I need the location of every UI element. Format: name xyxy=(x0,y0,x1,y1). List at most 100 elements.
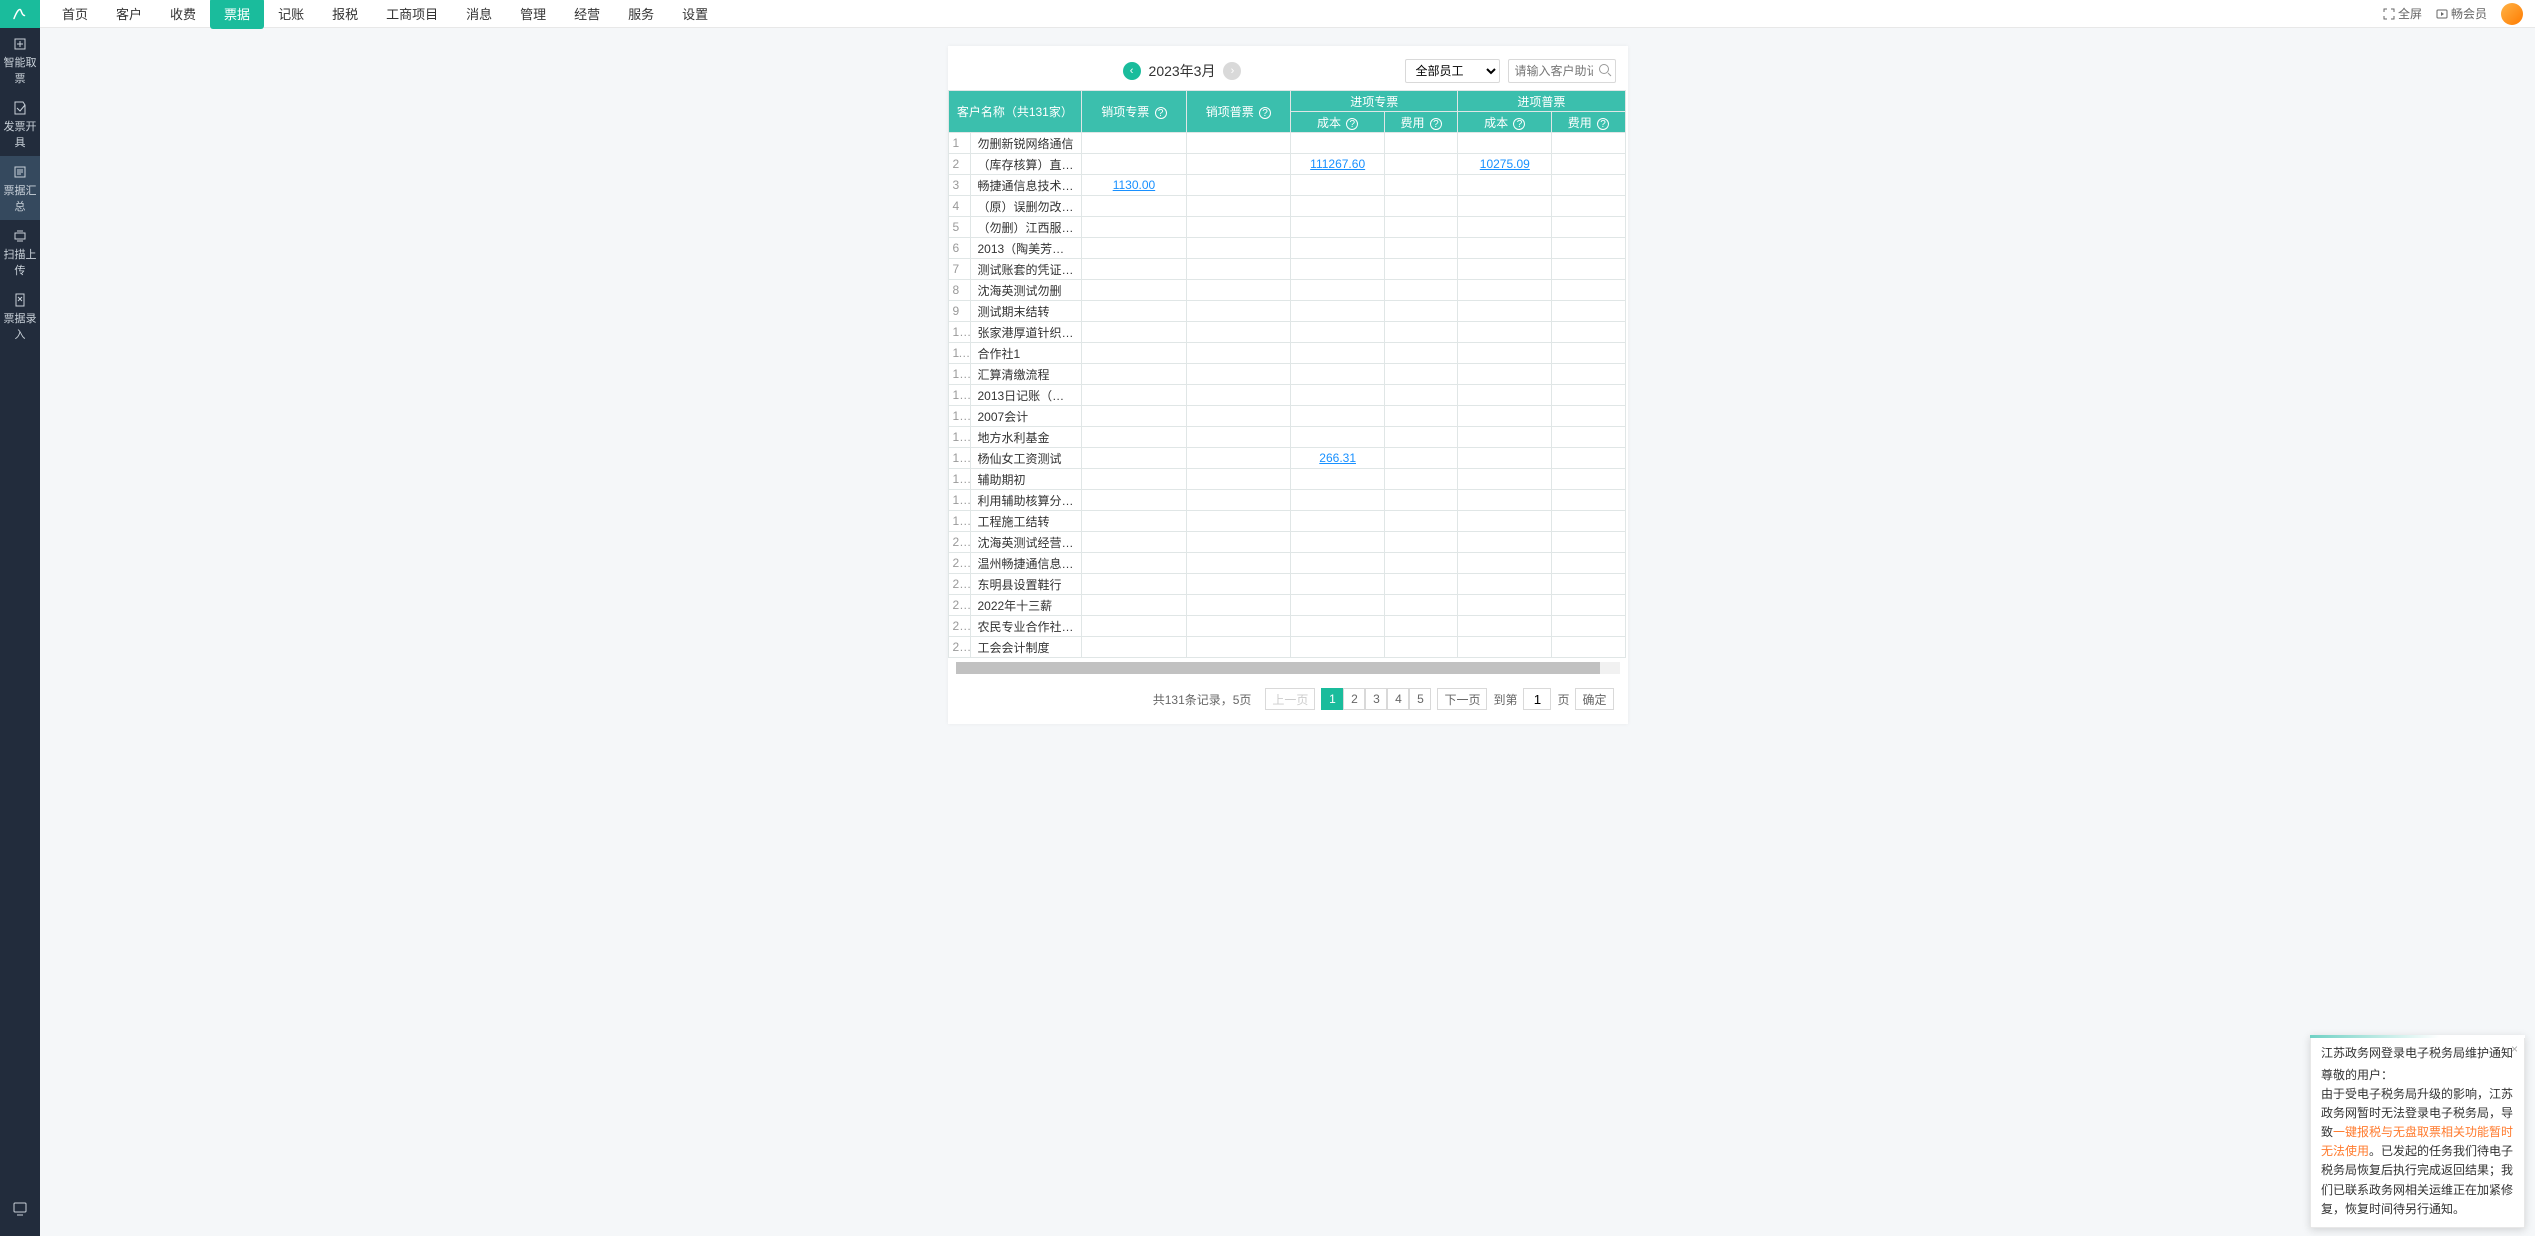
table-row[interactable]: 15地方水利基金 xyxy=(948,427,1625,448)
page-5[interactable]: 5 xyxy=(1409,688,1431,710)
table-row[interactable]: 18利用辅助核算分析每种商… xyxy=(948,490,1625,511)
close-icon[interactable]: × xyxy=(2511,1040,2518,1059)
help-icon[interactable]: ? xyxy=(1513,118,1525,130)
pager-summary: 共131条记录，5页 xyxy=(1153,691,1252,708)
help-icon[interactable]: ? xyxy=(1597,118,1609,130)
table-row[interactable]: 2（库存核算）直播畅捷通信…111267.6010275.09 xyxy=(948,154,1625,175)
page-3[interactable]: 3 xyxy=(1365,688,1387,710)
table-row[interactable]: 11合作社1 xyxy=(948,343,1625,364)
help-icon[interactable]: ? xyxy=(1346,118,1358,130)
nav-item-11[interactable]: 设置 xyxy=(668,0,722,29)
table-row[interactable]: 232022年十三薪 xyxy=(948,595,1625,616)
table-row[interactable]: 20沈海英测试经营勿删 xyxy=(948,532,1625,553)
top-nav: 首页客户收费票据记账报税工商项目消息管理经营服务设置 xyxy=(40,0,2383,29)
help-icon[interactable]: ? xyxy=(1155,107,1167,119)
table-row[interactable]: 5（勿删）江西服宝-LSS xyxy=(948,217,1625,238)
goto-input[interactable] xyxy=(1523,688,1551,710)
table-row[interactable]: 4（原）误删勿改李艳芬测试账… xyxy=(948,196,1625,217)
nav-item-9[interactable]: 经营 xyxy=(560,0,614,29)
sidebar-item-1[interactable]: 发票开具 xyxy=(0,92,40,156)
goto-suffix: 页 xyxy=(1557,691,1569,708)
table-row[interactable]: 1勿删新锐网络通信 xyxy=(948,133,1625,154)
help-icon[interactable]: ? xyxy=(1430,118,1442,130)
nav-item-1[interactable]: 客户 xyxy=(102,0,156,29)
table-row[interactable]: 25工会会计制度 xyxy=(948,637,1625,658)
nav-item-2[interactable]: 收费 xyxy=(156,0,210,29)
th-fee[interactable]: 费用 ? xyxy=(1552,112,1625,133)
table-row[interactable]: 19工程施工结转 xyxy=(948,511,1625,532)
table-row[interactable]: 10张家港厚道针织品有限公… xyxy=(948,322,1625,343)
horizontal-scrollbar[interactable] xyxy=(956,662,1620,674)
side-icon-4 xyxy=(12,292,28,308)
table-row[interactable]: 62013（陶美芳勿删） xyxy=(948,238,1625,259)
table-row[interactable]: 21温州畅捷通信息服务有限… xyxy=(948,553,1625,574)
th-in-general: 进项普票 xyxy=(1458,91,1625,112)
next-month-button[interactable]: › xyxy=(1223,62,1241,80)
th-fee[interactable]: 费用 ? xyxy=(1385,112,1458,133)
month-switcher: ‹ 2023年3月 › xyxy=(960,61,1405,81)
th-customer[interactable]: 客户名称（共131家） xyxy=(948,91,1082,133)
table-row[interactable]: 7测试账套的凭证打印的时候… xyxy=(948,259,1625,280)
table-row[interactable]: 17辅助期初 xyxy=(948,469,1625,490)
summary-table: 客户名称（共131家） 销项专票 ? 销项普票 ? 进项专票 进项普票 成本 ?… xyxy=(948,90,1626,658)
page-1[interactable]: 1 xyxy=(1321,688,1343,710)
table-row[interactable]: 16杨仙女工资测试266.31 xyxy=(948,448,1625,469)
next-page-button[interactable]: 下一页 xyxy=(1437,688,1487,710)
nav-item-6[interactable]: 工商项目 xyxy=(372,0,452,29)
page-2[interactable]: 2 xyxy=(1343,688,1365,710)
fullscreen-button[interactable]: 全屏 xyxy=(2383,5,2422,22)
goto-confirm-button[interactable]: 确定 xyxy=(1575,688,1613,710)
sidebar: 智能取票发票开具票据汇总扫描上传票据录入 xyxy=(0,28,40,1236)
table-row[interactable]: 9测试期末结转 xyxy=(948,301,1625,322)
pagination: 共131条记录，5页 上一页 12345 下一页 到第 页 确定 xyxy=(1153,688,1614,710)
toast-title: 江苏政务网登录电子税务局维护通知 xyxy=(2321,1044,2514,1063)
avatar[interactable] xyxy=(2501,3,2523,25)
table-row[interactable]: 8沈海英测试勿删 xyxy=(948,280,1625,301)
th-in-special: 进项专票 xyxy=(1291,91,1458,112)
staff-select[interactable]: 全部员工 xyxy=(1405,59,1500,83)
help-icon[interactable]: ? xyxy=(1259,107,1271,119)
th-cost[interactable]: 成本 ? xyxy=(1458,112,1552,133)
side-bottom-button[interactable] xyxy=(0,1194,40,1224)
table-row[interactable]: 3畅捷通信息技术股份有限公…1130.00 xyxy=(948,175,1625,196)
side-icon-0 xyxy=(12,36,28,52)
nav-item-4[interactable]: 记账 xyxy=(264,0,318,29)
toast-body: 由于受电子税务局升级的影响，江苏政务网暂时无法登录电子税务局，导致一键报税与无盘… xyxy=(2321,1085,2514,1219)
goto-label: 到第 xyxy=(1493,691,1517,708)
side-icon-2 xyxy=(12,164,28,180)
side-icon-1 xyxy=(12,100,28,116)
fullscreen-icon xyxy=(2383,8,2395,20)
nav-item-5[interactable]: 报税 xyxy=(318,0,372,29)
table-row[interactable]: 22东明县设置鞋行 xyxy=(948,574,1625,595)
prev-month-button[interactable]: ‹ xyxy=(1123,62,1141,80)
prev-page-button[interactable]: 上一页 xyxy=(1265,688,1315,710)
nav-item-7[interactable]: 消息 xyxy=(452,0,506,29)
nav-item-3[interactable]: 票据 xyxy=(210,0,264,29)
monitor-icon xyxy=(12,1202,28,1216)
fullscreen-label: 全屏 xyxy=(2398,5,2422,22)
nav-item-0[interactable]: 首页 xyxy=(48,0,102,29)
page-4[interactable]: 4 xyxy=(1387,688,1409,710)
month-label: 2023年3月 xyxy=(1149,61,1216,81)
table-row[interactable]: 12汇算清缴流程 xyxy=(948,364,1625,385)
notification-toast: × 江苏政务网登录电子税务局维护通知 尊敬的用户： 由于受电子税务局升级的影响，… xyxy=(2310,1035,2525,1228)
app-logo[interactable] xyxy=(0,0,40,28)
search-icon[interactable] xyxy=(1598,63,1612,80)
sidebar-item-0[interactable]: 智能取票 xyxy=(0,28,40,92)
member-button[interactable]: 畅会员 xyxy=(2436,5,2487,22)
sidebar-item-3[interactable]: 扫描上传 xyxy=(0,220,40,284)
th-cost[interactable]: 成本 ? xyxy=(1291,112,1385,133)
report-panel: ‹ 2023年3月 › 全部员工 xyxy=(948,46,1628,724)
sidebar-item-2[interactable]: 票据汇总 xyxy=(0,156,40,220)
table-row[interactable]: 24农民专业合作社会计制度 xyxy=(948,616,1625,637)
sidebar-item-4[interactable]: 票据录入 xyxy=(0,284,40,348)
table-row[interactable]: 132013日记账（不要删除哈… xyxy=(948,385,1625,406)
nav-item-8[interactable]: 管理 xyxy=(506,0,560,29)
nav-item-10[interactable]: 服务 xyxy=(614,0,668,29)
th-sale-general[interactable]: 销项普票 ? xyxy=(1186,91,1290,133)
side-icon-3 xyxy=(12,228,28,244)
member-label: 畅会员 xyxy=(2451,5,2487,22)
table-row[interactable]: 142007会计 xyxy=(948,406,1625,427)
th-sale-special[interactable]: 销项专票 ? xyxy=(1082,91,1186,133)
toast-greeting: 尊敬的用户： xyxy=(2321,1066,2514,1085)
